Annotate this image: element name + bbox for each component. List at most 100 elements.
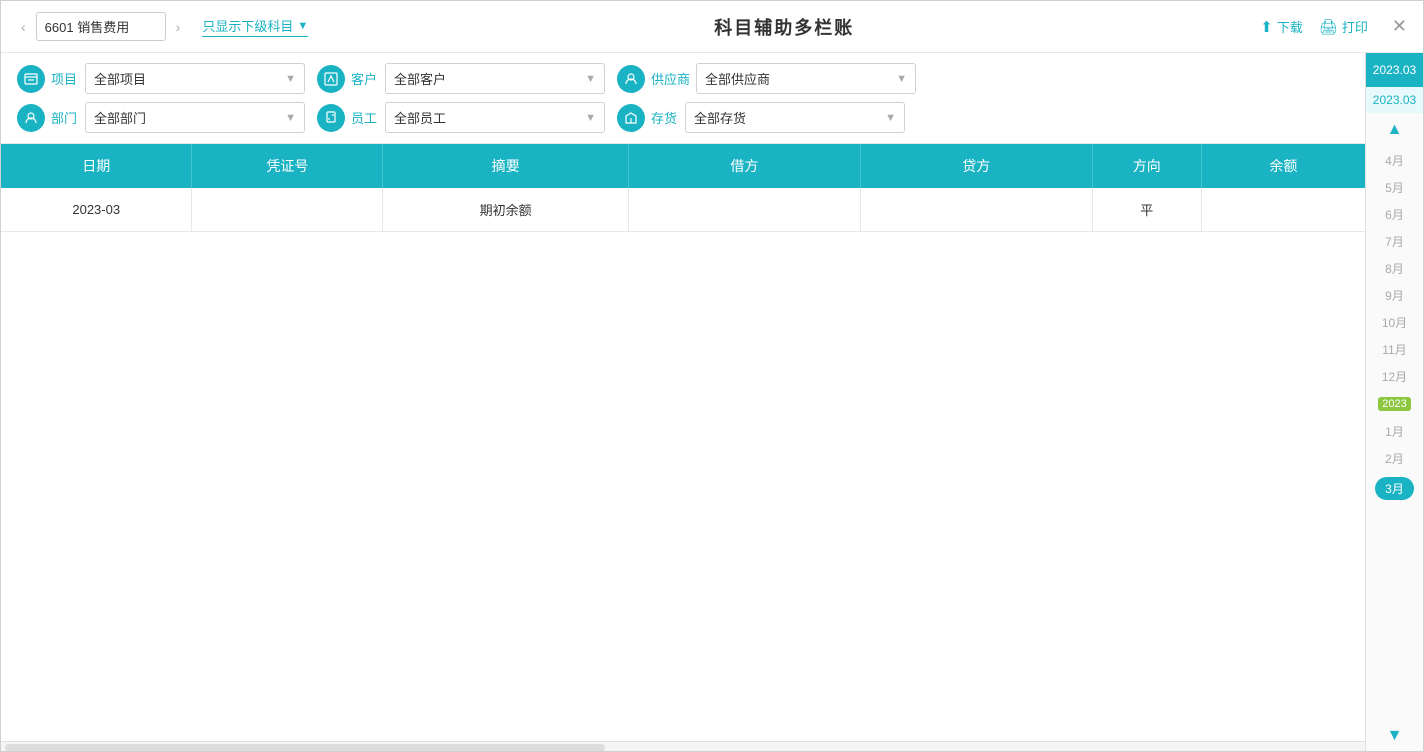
timeline-sidebar: 2023.03 2023.03 ▲ 4月 5月 6月 7月 8月 9月 10月 … xyxy=(1365,53,1423,752)
col-summary: 摘要 xyxy=(383,144,629,188)
col-debit: 借方 xyxy=(628,144,860,188)
col-balance: 余额 xyxy=(1201,144,1365,188)
timeline-scroll-area[interactable]: 4月 5月 6月 7月 8月 9月 10月 11月 12月 2023 1月 2月… xyxy=(1366,147,1423,719)
project-icon xyxy=(17,65,45,93)
timeline-month-8[interactable]: 8月 xyxy=(1366,255,1423,282)
timeline-month-7[interactable]: 7月 xyxy=(1366,228,1423,255)
dept-select[interactable]: 全部部门 ▼ xyxy=(85,102,305,133)
page-title: 科目辅助多栏账 xyxy=(308,14,1260,40)
customer-label: 客户 xyxy=(351,69,379,88)
filter-item-project: 项目 全部项目 ▼ xyxy=(17,63,305,94)
inventory-chevron-icon: ▼ xyxy=(885,112,896,124)
dept-select-value: 全部部门 xyxy=(94,108,146,127)
inventory-label: 存货 xyxy=(651,108,679,127)
dept-icon xyxy=(17,104,45,132)
timeline-header-2[interactable]: 2023.03 xyxy=(1366,87,1423,113)
table-row: 2023-03 期初余额 平 xyxy=(1,188,1365,232)
project-select[interactable]: 全部项目 ▼ xyxy=(85,63,305,94)
customer-icon xyxy=(317,65,345,93)
employee-chevron-icon: ▼ xyxy=(585,112,596,124)
project-label: 项目 xyxy=(51,69,79,88)
cell-debit xyxy=(628,188,860,232)
employee-select-value: 全部员工 xyxy=(394,108,446,127)
print-label: 打印 xyxy=(1342,17,1368,36)
timeline-month-3-active[interactable]: 3月 xyxy=(1366,472,1423,505)
filter-item-employee: 员工 全部员工 ▼ xyxy=(317,102,605,133)
customer-select[interactable]: 全部客户 ▼ xyxy=(385,63,605,94)
print-icon: 🖨 xyxy=(1319,18,1338,36)
col-direction: 方向 xyxy=(1092,144,1201,188)
up-arrow-icon: ▲ xyxy=(1387,121,1403,138)
col-date: 日期 xyxy=(1,144,192,188)
account-code: 6601 xyxy=(45,20,74,35)
chevron-down-icon: ▼ xyxy=(297,20,308,32)
main-window: ‹ 6601 销售费用 › 只显示下级科目 ▼ 科目辅助多栏账 ⬆ 下载 🖨 打… xyxy=(0,0,1424,752)
filter-area: 项目 全部项目 ▼ 客户 全部客户 xyxy=(1,53,1365,144)
print-button[interactable]: 🖨 打印 xyxy=(1319,17,1368,36)
inventory-select-value: 全部存货 xyxy=(694,108,746,127)
account-name: 销售费用 xyxy=(77,20,129,35)
account-nav: ‹ 6601 销售费用 › 只显示下级科目 ▼ xyxy=(17,12,308,41)
customer-chevron-icon: ▼ xyxy=(585,73,596,85)
cell-date: 2023-03 xyxy=(1,188,192,232)
dept-label: 部门 xyxy=(51,108,79,127)
supplier-select[interactable]: 全部供应商 ▼ xyxy=(696,63,916,94)
col-voucher: 凭证号 xyxy=(192,144,383,188)
down-arrow-icon: ▼ xyxy=(1387,727,1403,744)
supplier-icon xyxy=(617,65,645,93)
timeline-down-button[interactable]: ▼ xyxy=(1366,719,1423,752)
timeline-month-6[interactable]: 6月 xyxy=(1366,201,1423,228)
download-icon: ⬆ xyxy=(1260,18,1273,36)
employee-label: 员工 xyxy=(351,108,379,127)
timeline-month-5[interactable]: 5月 xyxy=(1366,174,1423,201)
table-header-row: 日期 凭证号 摘要 借方 贷方 方向 余额 xyxy=(1,144,1365,188)
top-bar: ‹ 6601 销售费用 › 只显示下级科目 ▼ 科目辅助多栏账 ⬆ 下载 🖨 打… xyxy=(1,1,1423,53)
next-account-button[interactable]: › xyxy=(172,17,185,37)
employee-icon xyxy=(317,104,345,132)
filter-item-customer: 客户 全部客户 ▼ xyxy=(317,63,605,94)
timeline-month-11[interactable]: 11月 xyxy=(1366,336,1423,363)
project-select-value: 全部项目 xyxy=(94,69,146,88)
filter-row-2: 部门 全部部门 ▼ 员工 全部员工 xyxy=(17,102,1349,133)
cell-credit xyxy=(860,188,1092,232)
timeline-month-10[interactable]: 10月 xyxy=(1366,309,1423,336)
close-button[interactable]: ✕ xyxy=(1392,16,1407,37)
year-badge-2023: 2023 xyxy=(1366,390,1423,418)
supplier-label: 供应商 xyxy=(651,69,690,88)
content-area: 项目 全部项目 ▼ 客户 全部客户 xyxy=(1,53,1423,752)
timeline-up-button[interactable]: ▲ xyxy=(1366,113,1423,147)
timeline-month-4[interactable]: 4月 xyxy=(1366,147,1423,174)
timeline-month-9[interactable]: 9月 xyxy=(1366,282,1423,309)
active-month-label: 3月 xyxy=(1375,477,1414,500)
toolbar-actions: ⬆ 下载 🖨 打印 ✕ xyxy=(1260,16,1407,37)
show-sub-label: 只显示下级科目 xyxy=(202,16,293,35)
timeline-month-1[interactable]: 1月 xyxy=(1366,418,1423,445)
timeline-month-12[interactable]: 12月 xyxy=(1366,363,1423,390)
timeline-header-label-1: 2023.03 xyxy=(1373,63,1416,77)
cell-balance xyxy=(1201,188,1365,232)
inventory-select[interactable]: 全部存货 ▼ xyxy=(685,102,905,133)
employee-select[interactable]: 全部员工 ▼ xyxy=(385,102,605,133)
download-label: 下载 xyxy=(1277,17,1303,36)
filter-item-supplier: 供应商 全部供应商 ▼ xyxy=(617,63,916,94)
timeline-month-2[interactable]: 2月 xyxy=(1366,445,1423,472)
scrollbar-thumb xyxy=(5,744,605,752)
timeline-header-label-2: 2023.03 xyxy=(1373,93,1416,107)
cell-direction: 平 xyxy=(1092,188,1201,232)
timeline-header-1[interactable]: 2023.03 xyxy=(1366,53,1423,87)
supplier-chevron-icon: ▼ xyxy=(896,73,907,85)
filter-item-dept: 部门 全部部门 ▼ xyxy=(17,102,305,133)
col-credit: 贷方 xyxy=(860,144,1092,188)
project-chevron-icon: ▼ xyxy=(285,73,296,85)
show-sub-button[interactable]: 只显示下级科目 ▼ xyxy=(202,16,308,37)
horizontal-scrollbar[interactable] xyxy=(1,741,1365,752)
cell-summary: 期初余额 xyxy=(383,188,629,232)
data-table: 日期 凭证号 摘要 借方 贷方 方向 余额 2023-03 xyxy=(1,144,1365,232)
filter-row-1: 项目 全部项目 ▼ 客户 全部客户 xyxy=(17,63,1349,94)
inventory-icon xyxy=(617,104,645,132)
filter-item-inventory: 存货 全部存货 ▼ xyxy=(617,102,905,133)
prev-account-button[interactable]: ‹ xyxy=(17,17,30,37)
table-container: 日期 凭证号 摘要 借方 贷方 方向 余额 2023-03 xyxy=(1,144,1365,741)
customer-select-value: 全部客户 xyxy=(394,69,446,88)
download-button[interactable]: ⬆ 下载 xyxy=(1260,17,1303,36)
